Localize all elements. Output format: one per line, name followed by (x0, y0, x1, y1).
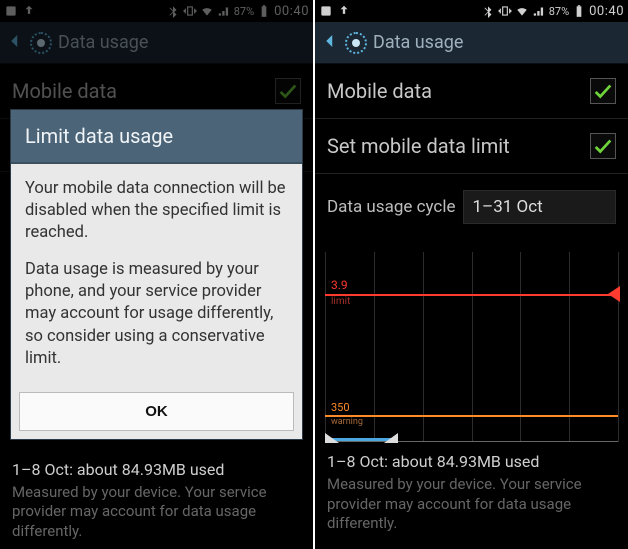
upload-icon (337, 4, 351, 18)
range-handle-right-icon[interactable] (384, 433, 398, 443)
range-handle-left-icon[interactable] (325, 433, 339, 443)
limit-handle-icon[interactable] (608, 286, 620, 302)
phone-left: 87% 00:40 Data usage Mobile data S Limit… (0, 0, 313, 549)
dialog-limit-data-usage: Limit data usage Your mobile data connec… (10, 109, 303, 440)
ongoing-icon (319, 4, 333, 18)
limit-value: 3.9 (331, 278, 348, 292)
dialog-paragraph: Data usage is measured by your phone, an… (25, 259, 288, 370)
row-label: Mobile data (327, 79, 432, 103)
battery-percent: 87% (549, 5, 569, 18)
status-bar: 87% 00:40 (315, 0, 628, 22)
phone-right: 87% 00:40 Data usage Mobile data Set mob… (315, 0, 628, 549)
settings-gear-icon[interactable] (345, 32, 367, 54)
dialog-paragraph: Your mobile data connection will be disa… (25, 178, 288, 245)
warning-sublabel: warning (331, 417, 363, 427)
row-label: Set mobile data limit (327, 134, 510, 158)
limit-sublabel: limit (331, 296, 350, 307)
dialog-body: Your mobile data connection will be disa… (11, 164, 302, 384)
limit-line[interactable] (325, 294, 618, 296)
usage-note: Measured by your device. Your service pr… (0, 481, 313, 549)
checkbox-mobile-data[interactable] (590, 78, 616, 104)
row-set-limit[interactable]: Set mobile data limit (315, 119, 628, 174)
warning-value: 350 (331, 401, 350, 414)
page-title: Data usage (373, 32, 463, 53)
warning-line[interactable] (325, 415, 618, 417)
row-mobile-data[interactable]: Mobile data (315, 64, 628, 119)
app-header: Data usage (315, 22, 628, 64)
bluetooth-icon (481, 4, 495, 18)
usage-chart[interactable]: 3.9 limit 350 warning (325, 252, 618, 442)
cycle-label: Data usage cycle (327, 197, 455, 217)
clock: 00:40 (589, 4, 624, 19)
usage-summary: 1–8 Oct: about 84.93MB used (315, 442, 628, 473)
signal-icon (532, 4, 546, 18)
dialog-title: Limit data usage (11, 110, 302, 164)
row-cycle: Data usage cycle 1–31 Oct (315, 174, 628, 234)
cycle-select[interactable]: 1–31 Oct (463, 190, 616, 224)
usage-note: Measured by your device. Your service pr… (315, 473, 628, 542)
checkbox-set-limit[interactable] (590, 133, 616, 159)
wifi-icon (515, 4, 529, 18)
usage-summary: 1–8 Oct: about 84.93MB used (0, 450, 313, 481)
vibrate-icon (498, 4, 512, 18)
battery-icon (572, 4, 586, 18)
back-icon[interactable] (321, 32, 339, 54)
ok-button[interactable]: OK (19, 392, 294, 431)
